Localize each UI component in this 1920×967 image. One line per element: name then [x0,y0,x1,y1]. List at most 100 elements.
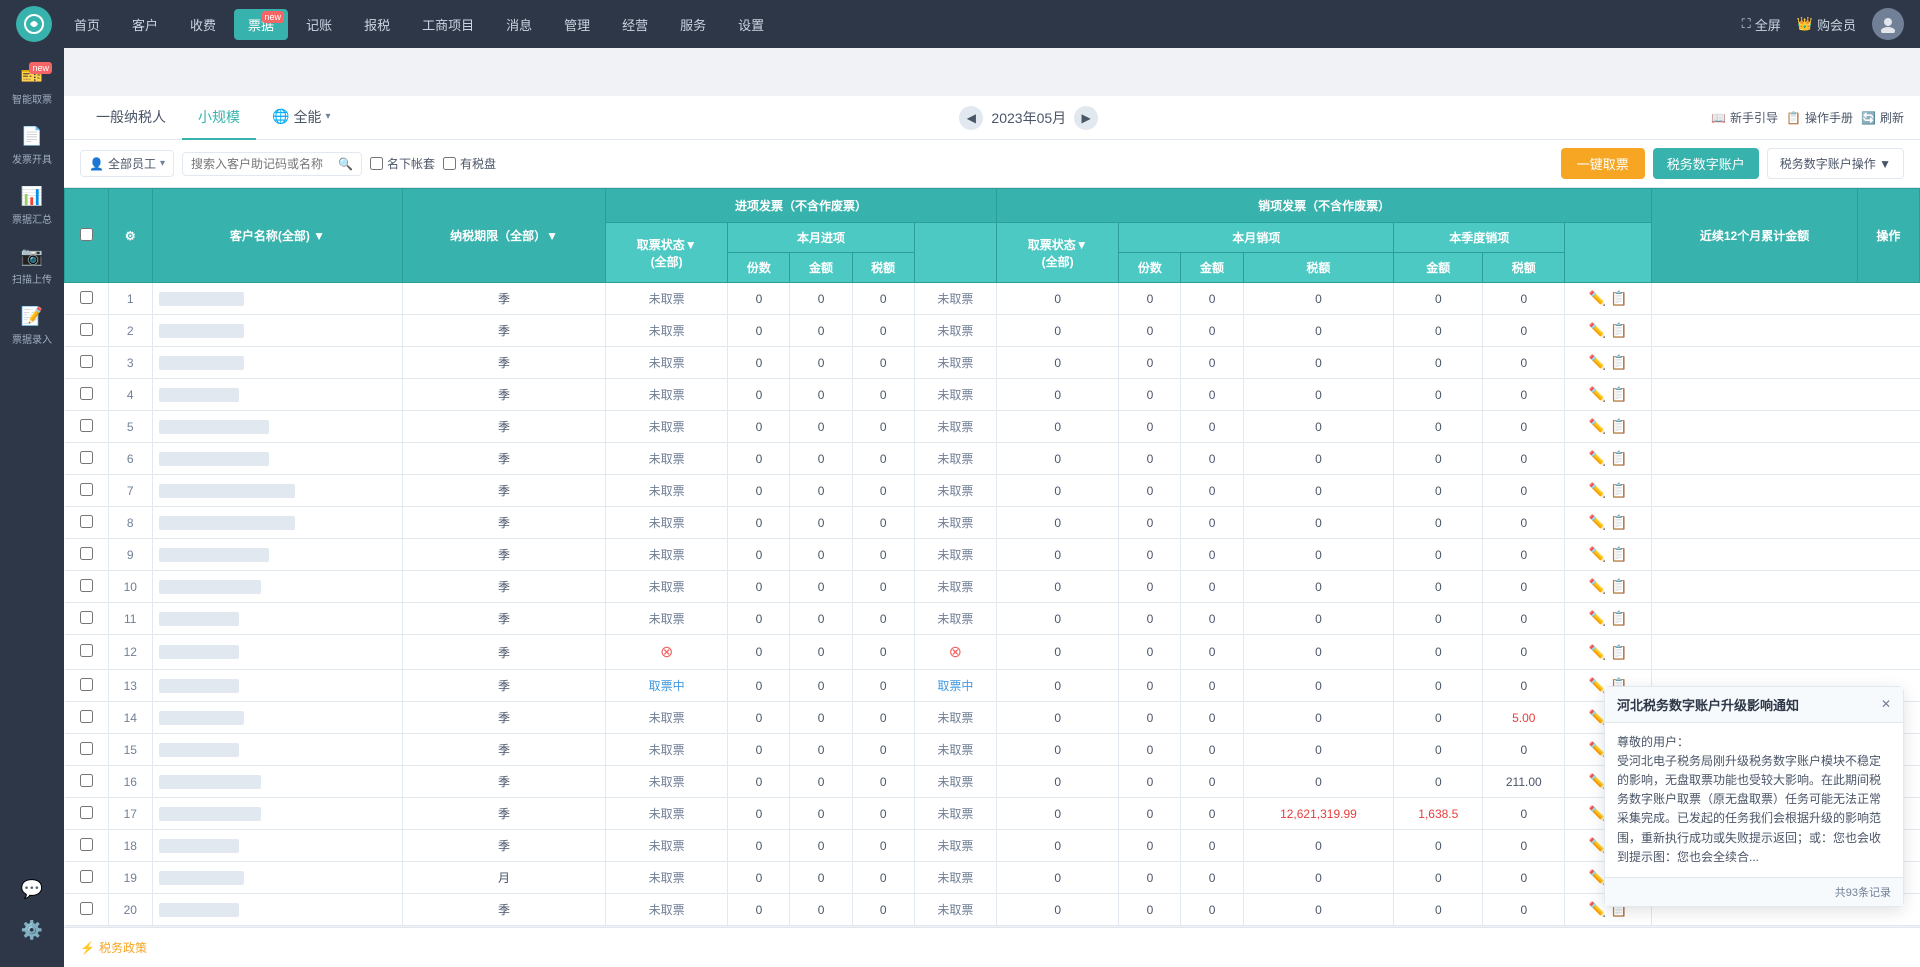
row-checkbox[interactable] [80,710,93,723]
search-box[interactable]: 🔍 [182,152,362,176]
row-checkbox[interactable] [80,515,93,528]
row-checkbox[interactable] [80,678,93,691]
row-checkbox[interactable] [80,323,93,336]
row-checkbox[interactable] [80,611,93,624]
copy-icon[interactable]: 📋 [1610,450,1627,467]
row-checkbox[interactable] [80,355,93,368]
copy-icon[interactable]: 📋 [1610,322,1627,339]
edit-icon[interactable]: ✏️ [1589,354,1606,371]
edit-icon[interactable]: ✏️ [1589,644,1606,661]
nav-settings[interactable]: 设置 [724,9,778,40]
policy-link[interactable]: ⚡ 税务政策 [80,939,147,956]
search-input[interactable] [191,157,334,171]
row-checkbox[interactable] [80,870,93,883]
nav-invoice[interactable]: 票据 new [234,9,288,40]
row-checkbox-cell[interactable] [65,766,109,798]
row-checkbox[interactable] [80,644,93,657]
copy-icon[interactable]: 📋 [1610,482,1627,499]
row-checkbox[interactable] [80,387,93,400]
row-checkbox-cell[interactable] [65,862,109,894]
period-next-btn[interactable]: ▶ [1074,106,1098,130]
copy-icon[interactable]: 📋 [1610,546,1627,563]
nav-bookkeeping[interactable]: 记账 [292,9,346,40]
copy-icon[interactable]: 📋 [1610,610,1627,627]
row-checkbox-cell[interactable] [65,347,109,379]
row-checkbox[interactable] [80,547,93,560]
has-taxdisk-checkbox[interactable] [443,157,456,170]
nav-business[interactable]: 工商项目 [408,9,488,40]
th-settings[interactable]: ⚙ [108,189,152,283]
sidebar-item-summary[interactable]: 📊 票据汇总 [0,176,64,236]
fullscreen-btn[interactable]: ⛶ 全屏 [1742,15,1781,34]
copy-icon[interactable]: 📋 [1610,354,1627,371]
copy-icon[interactable]: 📋 [1610,644,1627,661]
row-checkbox[interactable] [80,902,93,915]
new-guide-btn[interactable]: 📖 新手引导 [1711,109,1778,126]
sidebar-item-openinvoice[interactable]: 📄 发票开具 [0,116,64,176]
sidebar-item-entry[interactable]: 📝 票据录入 [0,296,64,356]
edit-icon[interactable]: ✏️ [1589,610,1606,627]
row-checkbox[interactable] [80,806,93,819]
edit-icon[interactable]: ✏️ [1589,386,1606,403]
row-checkbox-cell[interactable] [65,539,109,571]
row-checkbox-cell[interactable] [65,635,109,670]
row-checkbox-cell[interactable] [65,379,109,411]
row-checkbox-cell[interactable] [65,603,109,635]
edit-icon[interactable]: ✏️ [1589,418,1606,435]
row-checkbox-cell[interactable] [65,571,109,603]
sidebar-item-smartticket[interactable]: 🎫 智能取票 new [0,56,64,116]
row-checkbox-cell[interactable] [65,830,109,862]
notification-close-btn[interactable]: ✕ [1881,697,1891,711]
row-checkbox-cell[interactable] [65,475,109,507]
nav-operation[interactable]: 经营 [608,9,662,40]
nav-service[interactable]: 服务 [666,9,720,40]
own-accounts-checkbox[interactable] [370,157,383,170]
row-checkbox-cell[interactable] [65,894,109,926]
th-checkbox[interactable] [65,189,109,283]
avatar[interactable] [1872,8,1904,40]
sidebar-item-scan[interactable]: 📷 扫描上传 [0,236,64,296]
refresh-btn[interactable]: 🔄 刷新 [1861,109,1904,126]
copy-icon[interactable]: 📋 [1610,514,1627,531]
nav-manage[interactable]: 管理 [550,9,604,40]
nav-home[interactable]: 首页 [60,9,114,40]
row-checkbox[interactable] [80,483,93,496]
copy-icon[interactable]: 📋 [1610,418,1627,435]
nav-fee[interactable]: 收费 [176,9,230,40]
edit-icon[interactable]: ✏️ [1589,578,1606,595]
tab-all[interactable]: 🌐 全能 ▾ [256,96,346,140]
row-checkbox[interactable] [80,774,93,787]
row-checkbox[interactable] [80,419,93,432]
nav-customer[interactable]: 客户 [118,9,172,40]
row-checkbox[interactable] [80,838,93,851]
copy-icon[interactable]: 📋 [1610,290,1627,307]
period-prev-btn[interactable]: ◀ [959,106,983,130]
tab-general-taxpayer[interactable]: 一般纳税人 [80,96,182,140]
member-btn[interactable]: 👑 购会员 [1797,15,1856,34]
row-checkbox-cell[interactable] [65,443,109,475]
nav-message[interactable]: 消息 [492,9,546,40]
tax-digital-btn[interactable]: 税务数字账户 [1653,148,1759,179]
edit-icon[interactable]: ✏️ [1589,322,1606,339]
row-checkbox-cell[interactable] [65,798,109,830]
row-checkbox-cell[interactable] [65,670,109,702]
edit-icon[interactable]: ✏️ [1589,290,1606,307]
row-checkbox-cell[interactable] [65,315,109,347]
row-checkbox-cell[interactable] [65,734,109,766]
manual-btn[interactable]: 📋 操作手册 [1786,109,1853,126]
row-checkbox[interactable] [80,291,93,304]
checkbox-has-taxdisk[interactable]: 有税盘 [443,155,496,172]
row-checkbox[interactable] [80,579,93,592]
tab-small-scale[interactable]: 小规模 [182,96,256,140]
row-checkbox-cell[interactable] [65,702,109,734]
tax-operation-btn[interactable]: 税务数字账户操作 ▼ [1767,148,1904,179]
row-checkbox-cell[interactable] [65,411,109,443]
one-key-btn[interactable]: 一键取票 [1561,148,1645,179]
employee-filter[interactable]: 👤 全部员工 ▾ [80,150,174,177]
copy-icon[interactable]: 📋 [1610,578,1627,595]
edit-icon[interactable]: ✏️ [1589,514,1606,531]
edit-icon[interactable]: ✏️ [1589,546,1606,563]
nav-tax[interactable]: 报税 [350,9,404,40]
sidebar-item-config[interactable]: ⚙️ [0,910,64,951]
row-checkbox[interactable] [80,742,93,755]
